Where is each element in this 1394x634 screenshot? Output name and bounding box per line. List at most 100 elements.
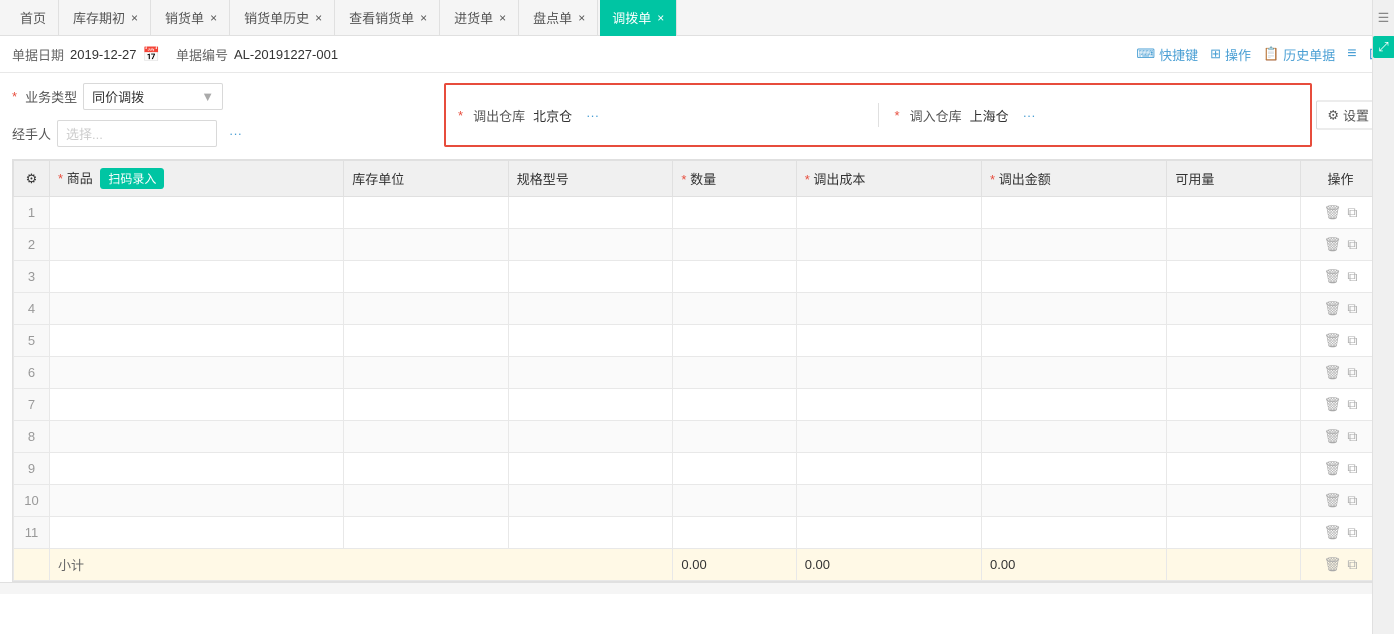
delete-icon[interactable]: 🗑 [1324, 460, 1342, 477]
delete-icon[interactable]: 🗑 [1324, 332, 1342, 349]
operations-label: 操作 [1225, 45, 1251, 64]
subtotal-qty: 0.00 [673, 549, 796, 581]
bottom-scrollbar[interactable] [0, 582, 1394, 594]
scan-button[interactable]: 扫码录入 [100, 168, 164, 189]
col-qty: * 数量 [673, 161, 796, 197]
tab-view-sales-label: 查看销货单 [349, 8, 414, 27]
table-row: 7🗑⧉ [14, 389, 1381, 421]
tab-inventory-init[interactable]: 库存期初 × [61, 0, 151, 36]
in-warehouse-label: 调入仓库 [910, 106, 962, 125]
delete-icon[interactable]: 🗑 [1324, 364, 1342, 381]
copy-icon[interactable]: ⧉ [1347, 236, 1357, 253]
out-warehouse-value[interactable]: 北京仓 [533, 106, 572, 125]
table-row-11: 11 🗑⧉ [14, 517, 1381, 549]
tab-purchase-order-close[interactable]: × [499, 11, 506, 25]
delete-icon[interactable]: 🗑 [1324, 524, 1342, 541]
settings-label: 设置 [1343, 106, 1369, 125]
delete-icon[interactable]: 🗑 [1324, 396, 1342, 413]
table-row: 2🗑⧉ [14, 229, 1381, 261]
col-spec: 规格型号 [508, 161, 673, 197]
operations-button[interactable]: ⊞ 操作 [1210, 45, 1251, 64]
table-header-row: ⚙ * 商品 扫码录入 库存单位 规格型号 * 数量 * [14, 161, 1381, 197]
subtotal-cost: 0.00 [796, 549, 981, 581]
delete-icon[interactable]: 🗑 [1324, 236, 1342, 253]
copy-icon[interactable]: ⧉ [1347, 364, 1357, 381]
tab-sales-history[interactable]: 销货单历史 × [232, 0, 335, 36]
delete-icon[interactable]: 🗑 [1324, 492, 1342, 509]
tab-purchase-order-label: 进货单 [454, 8, 493, 27]
copy-icon[interactable]: ⧉ [1347, 204, 1357, 221]
out-warehouse-field: * 调出仓库 北京仓 ··· [458, 106, 862, 125]
number-value: AL-20191227-001 [234, 47, 338, 62]
col-amount: * 调出金额 [982, 161, 1167, 197]
layout-list-button[interactable]: ≡ [1347, 45, 1356, 63]
out-warehouse-ellipsis-button[interactable]: ··· [580, 108, 605, 123]
shortcuts-button[interactable]: ⌨ 快捷键 [1136, 45, 1198, 64]
operations-icon: ⊞ [1210, 46, 1221, 62]
copy-icon[interactable]: ⧉ [1347, 556, 1357, 573]
delete-icon[interactable]: 🗑 [1324, 268, 1342, 285]
tab-inventory-init-label: 库存期初 [73, 8, 125, 27]
tab-view-sales[interactable]: 查看销货单 × [337, 0, 440, 36]
tab-inventory-init-close[interactable]: × [131, 11, 138, 25]
tab-stocktake-label: 盘点单 [533, 8, 572, 27]
business-type-dropdown[interactable]: 同价调拨 ▼ [83, 83, 223, 110]
table-row: 5🗑⧉ [14, 325, 1381, 357]
delete-icon[interactable]: 🗑 [1324, 300, 1342, 317]
copy-icon[interactable]: ⧉ [1347, 300, 1357, 317]
calendar-icon[interactable]: 📅 [143, 46, 160, 63]
tab-home[interactable]: 首页 [8, 0, 59, 36]
in-warehouse-star: * [895, 108, 900, 123]
right-panel-list-button[interactable]: ☰ [1374, 8, 1394, 28]
date-value[interactable]: 2019-12-27 [70, 47, 137, 62]
history-label: 历史单据 [1283, 45, 1335, 64]
table-container: ⚙ * 商品 扫码录入 库存单位 规格型号 * 数量 * [12, 159, 1382, 582]
person-placeholder: 选择... [66, 127, 103, 142]
tab-transfer[interactable]: 调拨单 × [600, 0, 677, 36]
copy-icon[interactable]: ⧉ [1347, 460, 1357, 477]
right-panel-expand-button[interactable]: ⤢ [1373, 36, 1394, 58]
toolbar-right: ⌨ 快捷键 ⊞ 操作 📋 历史单据 ≡ ⊟ [1136, 44, 1382, 64]
copy-icon[interactable]: ⧉ [1347, 332, 1357, 349]
copy-icon[interactable]: ⧉ [1347, 428, 1357, 445]
delete-icon[interactable]: 🗑 [1324, 556, 1342, 573]
history-button[interactable]: 📋 历史单据 [1263, 45, 1335, 64]
tab-sales-history-close[interactable]: × [315, 11, 322, 25]
copy-icon[interactable]: ⧉ [1347, 524, 1357, 541]
warehouse-divider [878, 103, 879, 127]
form-left: * 业务类型 同价调拨 ▼ 经手人 选择... ··· [12, 83, 432, 147]
copy-icon[interactable]: ⧉ [1347, 396, 1357, 413]
col-unit: 库存单位 [344, 161, 509, 197]
table-row: 6🗑⧉ [14, 357, 1381, 389]
tab-stocktake-close[interactable]: × [578, 11, 585, 25]
copy-icon[interactable]: ⧉ [1347, 268, 1357, 285]
toolbar: 单据日期 2019-12-27 📅 单据编号 AL-20191227-001 ⌨… [0, 36, 1394, 73]
delete-icon[interactable]: 🗑 [1324, 428, 1342, 445]
settings-icon: ⚙ [1327, 107, 1339, 123]
tab-purchase-order[interactable]: 进货单 × [442, 0, 519, 36]
copy-icon[interactable]: ⧉ [1347, 492, 1357, 509]
tab-sales-order[interactable]: 销货单 × [153, 0, 230, 36]
settings-button[interactable]: ⚙ 设置 [1316, 101, 1380, 130]
out-warehouse-star: * [458, 108, 463, 123]
tab-stocktake[interactable]: 盘点单 × [521, 0, 598, 36]
tab-home-label: 首页 [20, 8, 46, 27]
subtotal-label: 小计 [58, 558, 84, 573]
in-warehouse-ellipsis-button[interactable]: ··· [1017, 108, 1042, 123]
business-type-star: * [12, 89, 17, 104]
person-input[interactable]: 选择... [57, 120, 217, 147]
tab-transfer-close[interactable]: × [657, 11, 664, 25]
in-warehouse-value[interactable]: 上海仓 [970, 106, 1009, 125]
table-row: 10🗑⧉ [14, 485, 1381, 517]
table-settings-col[interactable]: ⚙ [14, 161, 50, 197]
form-area: * 业务类型 同价调拨 ▼ 经手人 选择... ··· * 调出仓库 北京仓 ·… [0, 73, 1394, 151]
date-label: 单据日期 [12, 45, 64, 64]
col-cost: * 调出成本 [796, 161, 981, 197]
delete-icon[interactable]: 🗑 [1324, 204, 1342, 221]
person-ellipsis-button[interactable]: ··· [223, 126, 248, 141]
out-warehouse-label: 调出仓库 [473, 106, 525, 125]
shortcuts-icon: ⌨ [1136, 46, 1155, 62]
tab-sales-order-close[interactable]: × [210, 11, 217, 25]
table-row: 9🗑⧉ [14, 453, 1381, 485]
tab-view-sales-close[interactable]: × [420, 11, 427, 25]
